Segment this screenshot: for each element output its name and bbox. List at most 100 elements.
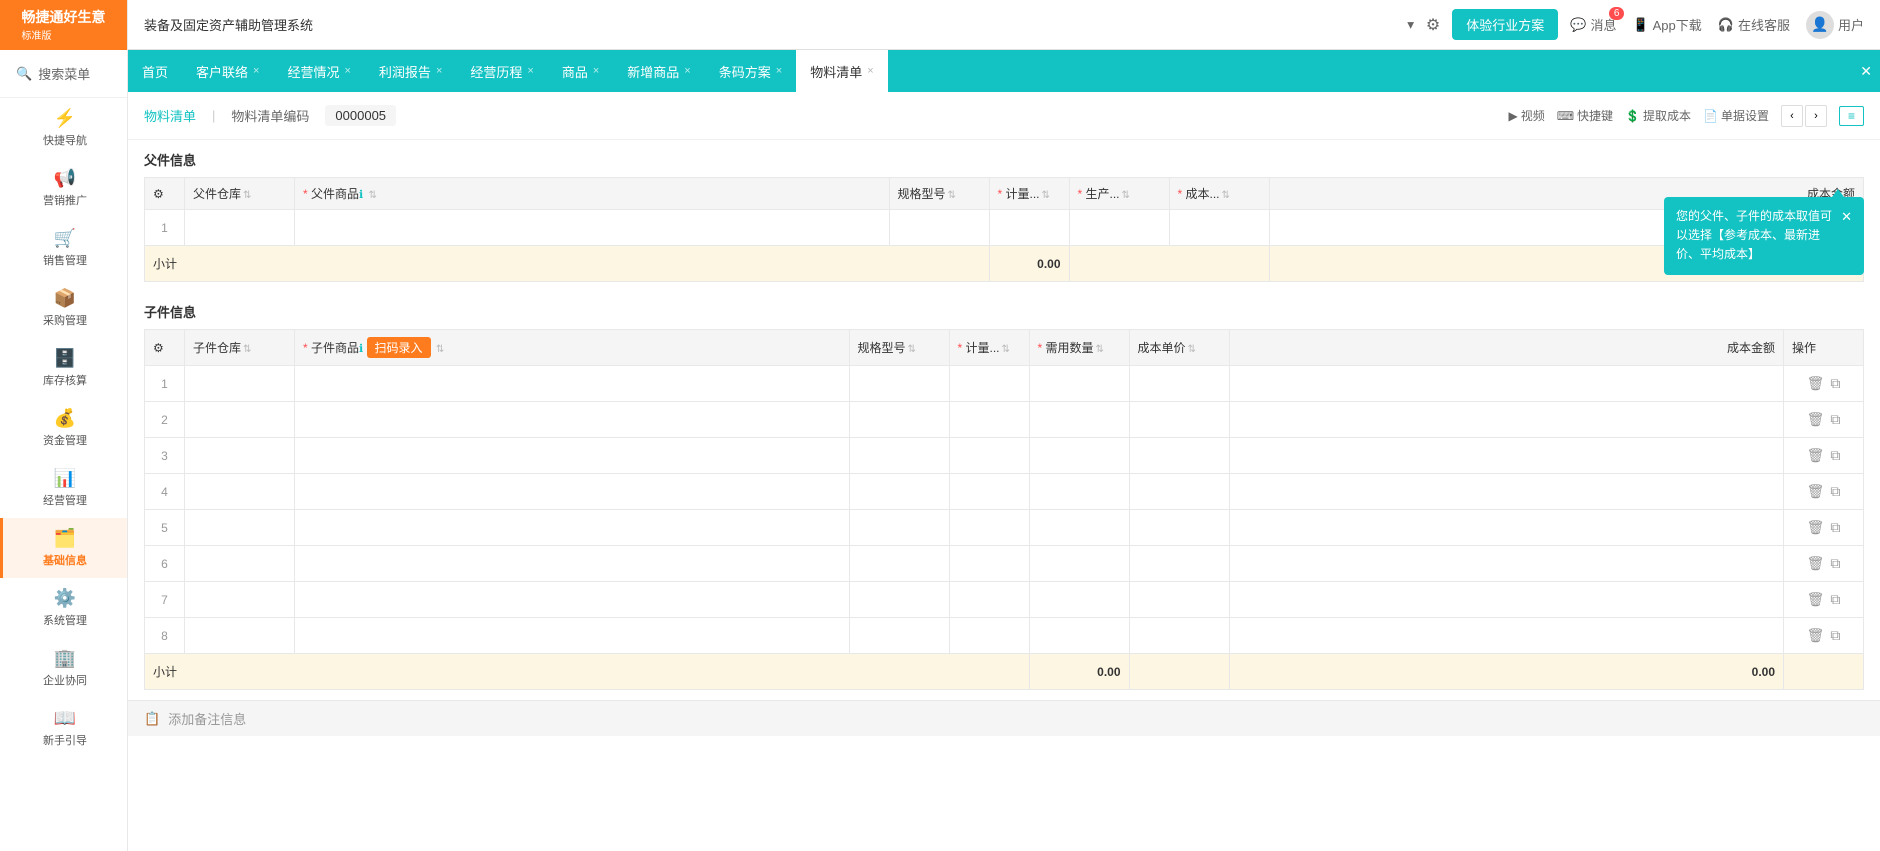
- child-row-4-cost-amount[interactable]: [1229, 474, 1784, 510]
- child-qty-input-2[interactable]: [1030, 402, 1129, 437]
- parent-production-input[interactable]: [1070, 210, 1169, 245]
- child-unit-input-3[interactable]: [950, 438, 1029, 473]
- parent-row-1-cost[interactable]: [1169, 210, 1269, 246]
- child-row-3-cost-amount[interactable]: [1229, 438, 1784, 474]
- child-unit-input-1[interactable]: [950, 366, 1029, 401]
- child-unit-input-8[interactable]: [950, 618, 1029, 653]
- child-row-4-qty[interactable]: [1029, 474, 1129, 510]
- parent-row-1-unit[interactable]: [989, 210, 1069, 246]
- delete-icon-7[interactable]: 🗑: [1807, 591, 1825, 608]
- child-row-2-spec[interactable]: [849, 402, 949, 438]
- delete-icon-4[interactable]: 🗑: [1807, 483, 1825, 500]
- child-row-8-unit[interactable]: [949, 618, 1029, 654]
- copy-icon-2[interactable]: ⧉: [1830, 411, 1840, 428]
- child-row-2-unitprice[interactable]: [1129, 402, 1229, 438]
- tab-goods[interactable]: 商品 ×: [548, 50, 613, 92]
- delete-icon-8[interactable]: 🗑: [1807, 627, 1825, 644]
- child-spec-input-6[interactable]: [850, 546, 949, 581]
- child-row-2-warehouse[interactable]: [185, 402, 295, 438]
- sidebar-item-enterprise[interactable]: 🏢企业协同: [0, 638, 127, 698]
- child-spec-input-3[interactable]: [850, 438, 949, 473]
- child-row-1-cost-amount[interactable]: [1229, 366, 1784, 402]
- child-cost-amount-input-7[interactable]: [1230, 582, 1784, 617]
- copy-icon-5[interactable]: ⧉: [1830, 519, 1840, 536]
- child-spec-input-5[interactable]: [850, 510, 949, 545]
- child-qty-input-4[interactable]: [1030, 474, 1129, 509]
- child-row-7-unitprice[interactable]: [1129, 582, 1229, 618]
- parent-product-input[interactable]: [295, 210, 889, 245]
- child-row-6-cost-amount[interactable]: [1229, 546, 1784, 582]
- child-qty-input-8[interactable]: [1030, 618, 1129, 653]
- child-row-7-warehouse[interactable]: [185, 582, 295, 618]
- video-btn[interactable]: ▶ 视频: [1508, 107, 1544, 124]
- child-spec-input-2[interactable]: [850, 402, 949, 437]
- tab-customer-close[interactable]: ×: [253, 65, 259, 77]
- child-row-7-cost-amount[interactable]: [1229, 582, 1784, 618]
- child-row-6-spec[interactable]: [849, 546, 949, 582]
- sidebar-item-finance[interactable]: 💰资金管理: [0, 398, 127, 458]
- child-row-4-product[interactable]: [295, 474, 850, 510]
- child-spec-input-1[interactable]: [850, 366, 949, 401]
- delete-icon-1[interactable]: 🗑: [1807, 375, 1825, 392]
- child-unitprice-input-4[interactable]: [1130, 474, 1229, 509]
- sidebar-item-quick-nav[interactable]: ⚡快捷导航: [0, 98, 127, 158]
- child-row-8-cost-amount[interactable]: [1229, 618, 1784, 654]
- child-warehouse-input-3[interactable]: [185, 438, 294, 473]
- next-arrow[interactable]: ›: [1805, 105, 1827, 127]
- child-unit-input-5[interactable]: [950, 510, 1029, 545]
- message-action[interactable]: 💬 消息 6: [1570, 15, 1616, 34]
- sidebar-item-inventory[interactable]: 🗄️库存核算: [0, 338, 127, 398]
- tab-profit-report-close[interactable]: ×: [436, 65, 442, 77]
- child-row-6-warehouse[interactable]: [185, 546, 295, 582]
- tab-operation-history[interactable]: 经营历程 ×: [456, 50, 547, 92]
- child-row-4-unit[interactable]: [949, 474, 1029, 510]
- child-row-2-unit[interactable]: [949, 402, 1029, 438]
- child-row-3-warehouse[interactable]: [185, 438, 295, 474]
- child-row-3-unit[interactable]: [949, 438, 1029, 474]
- child-unitprice-input-3[interactable]: [1130, 438, 1229, 473]
- child-unitprice-input-1[interactable]: [1130, 366, 1229, 401]
- parent-row-1-product[interactable]: [295, 210, 890, 246]
- sidebar-item-operation[interactable]: 📊经营管理: [0, 458, 127, 518]
- parent-unit-input[interactable]: [990, 210, 1069, 245]
- child-qty-input-7[interactable]: [1030, 582, 1129, 617]
- user-action[interactable]: 👤 用户: [1806, 11, 1864, 39]
- child-row-1-unit[interactable]: [949, 366, 1029, 402]
- child-row-5-spec[interactable]: [849, 510, 949, 546]
- child-qty-input-6[interactable]: [1030, 546, 1129, 581]
- child-product-input-5[interactable]: [295, 510, 849, 545]
- sidebar-item-purchase[interactable]: 📦采购管理: [0, 278, 127, 338]
- child-cost-amount-input-6[interactable]: [1230, 546, 1784, 581]
- tab-customer[interactable]: 客户联络 ×: [182, 50, 273, 92]
- child-unit-input-7[interactable]: [950, 582, 1029, 617]
- child-row-2-product[interactable]: [295, 402, 850, 438]
- tab-operation-status-close[interactable]: ×: [344, 65, 350, 77]
- delete-icon-6[interactable]: 🗑: [1807, 555, 1825, 572]
- settings-button[interactable]: ⚙: [1426, 15, 1440, 35]
- child-unit-input-6[interactable]: [950, 546, 1029, 581]
- sidebar-item-basic-info[interactable]: 🗂️基础信息: [0, 518, 127, 578]
- child-row-7-spec[interactable]: [849, 582, 949, 618]
- sidebar-item-guide[interactable]: 📖新手引导: [0, 698, 127, 758]
- tooltip-close-btn[interactable]: ✕: [1841, 207, 1852, 228]
- child-warehouse-input-1[interactable]: [185, 366, 294, 401]
- tab-bom[interactable]: 物料清单 ×: [796, 50, 887, 92]
- child-row-8-qty[interactable]: [1029, 618, 1129, 654]
- child-warehouse-input-8[interactable]: [185, 618, 294, 653]
- search-menu-button[interactable]: 🔍 搜索菜单: [8, 58, 119, 89]
- online-service-action[interactable]: 🎧 在线客服: [1718, 15, 1790, 34]
- copy-icon-6[interactable]: ⧉: [1830, 555, 1840, 572]
- page-tab-bom[interactable]: 物料清单: [144, 102, 196, 129]
- child-cost-amount-input-1[interactable]: [1230, 366, 1784, 401]
- child-unit-input-2[interactable]: [950, 402, 1029, 437]
- parent-cost-input[interactable]: [1170, 210, 1269, 245]
- child-cost-amount-input-8[interactable]: [1230, 618, 1784, 653]
- child-row-3-unitprice[interactable]: [1129, 438, 1229, 474]
- child-warehouse-input-6[interactable]: [185, 546, 294, 581]
- child-row-1-warehouse[interactable]: [185, 366, 295, 402]
- sidebar-item-sales[interactable]: 🛒销售管理: [0, 218, 127, 278]
- tab-operation-history-close[interactable]: ×: [527, 65, 533, 77]
- delete-icon-5[interactable]: 🗑: [1807, 519, 1825, 536]
- parent-spec-input[interactable]: [890, 210, 989, 245]
- sidebar-item-system[interactable]: ⚙️系统管理: [0, 578, 127, 638]
